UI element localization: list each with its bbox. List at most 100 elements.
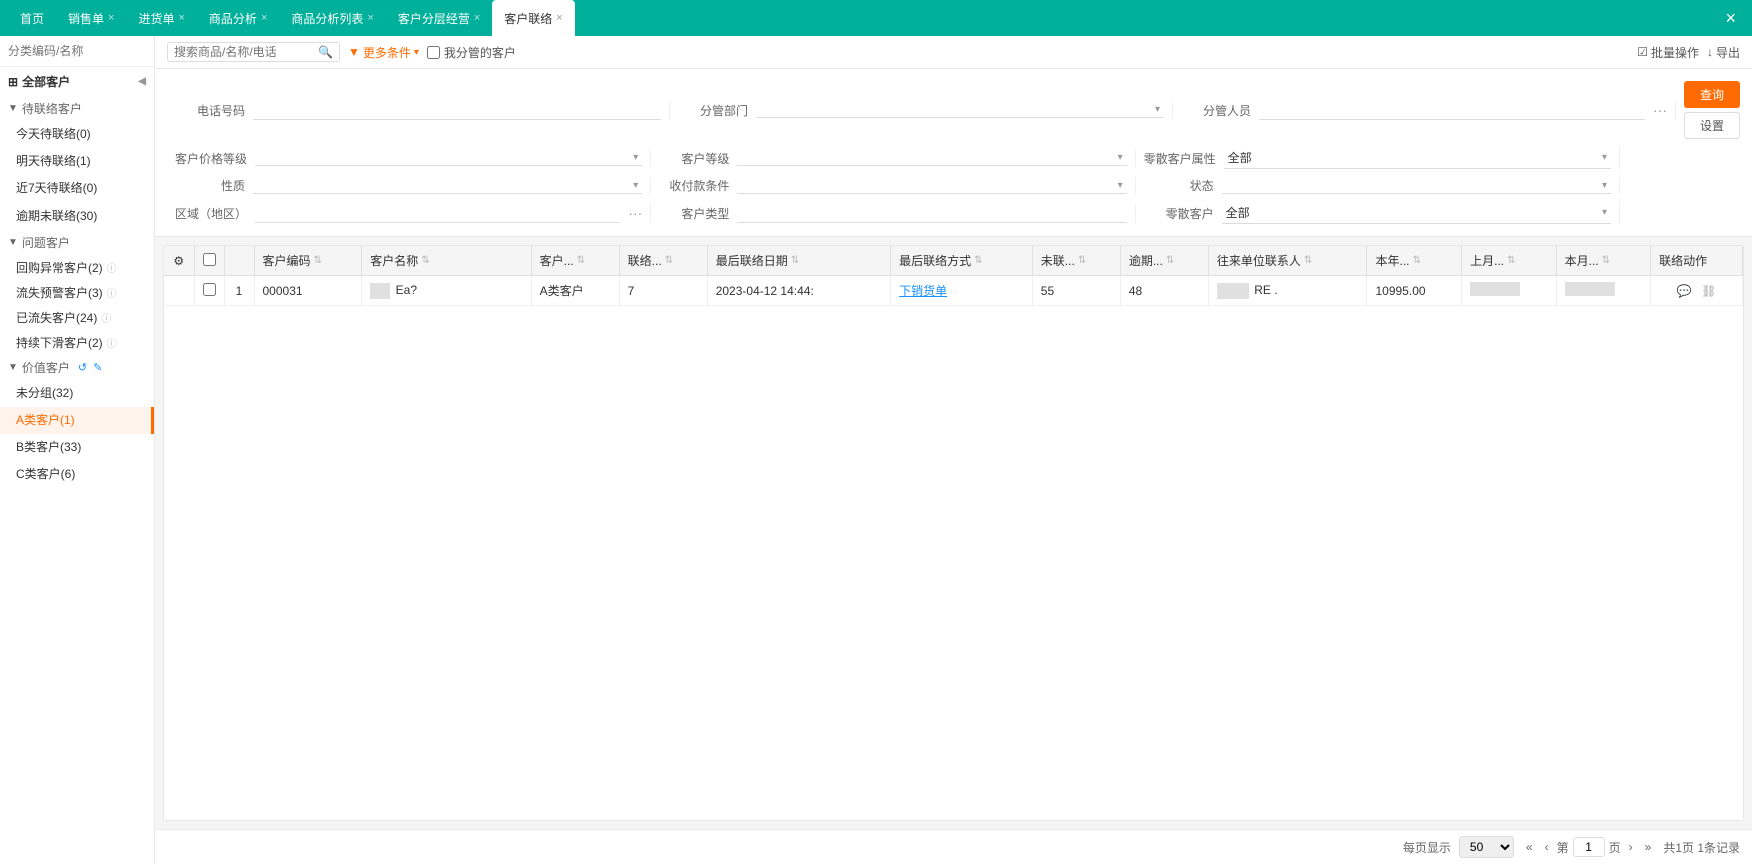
nav-home[interactable]: 首页	[8, 0, 56, 36]
sidebar-collapse-btn[interactable]: ◀	[138, 76, 146, 87]
region-input[interactable]	[255, 204, 620, 223]
sidebar-item-a-class[interactable]: A类客户(1)	[0, 407, 154, 434]
last-method-link[interactable]: 下销货单	[899, 284, 947, 298]
sidebar-item-churn-warning[interactable]: 流失预警客户(3) ⓘ	[0, 280, 154, 305]
export-icon: ↓	[1707, 45, 1713, 59]
scatter-attr-select[interactable]: 全部 ▾	[1224, 147, 1611, 169]
page-input[interactable]	[1573, 837, 1605, 857]
scatter-attr-arrow: ▾	[1602, 152, 1607, 163]
th-checkbox	[194, 246, 224, 276]
customer-type-input[interactable]	[737, 204, 1126, 223]
th-last-month[interactable]: 上月...⇅	[1462, 246, 1557, 276]
th-settings[interactable]: ⚙	[164, 246, 194, 276]
sidebar-item-declining[interactable]: 持续下滑客户(2) ⓘ	[0, 330, 154, 355]
manager-input[interactable]	[1259, 101, 1645, 120]
th-customer-code[interactable]: 客户编码⇅	[254, 246, 362, 276]
sidebar-item-7day-pending[interactable]: 近7天待联络(0)	[0, 175, 154, 202]
more-filter-btn[interactable]: ▼ 更多条件 ▾	[348, 44, 419, 61]
action-link-icon[interactable]: ⛓	[1701, 284, 1716, 298]
nav-product-analysis[interactable]: 商品分析 ×	[197, 0, 279, 36]
query-button[interactable]: 查询	[1684, 81, 1740, 108]
th-last-contact-method[interactable]: 最后联络方式⇅	[891, 246, 1033, 276]
dept-select[interactable]: ▾	[756, 102, 1164, 118]
region-dots[interactable]: ···	[628, 205, 642, 221]
edit-icon[interactable]: ✎	[93, 361, 102, 374]
price-level-select[interactable]: ▾	[255, 150, 642, 166]
status-select[interactable]: ▾	[1222, 178, 1611, 194]
last-page-btn[interactable]: »	[1641, 838, 1656, 856]
nature-select[interactable]: ▾	[253, 178, 642, 194]
th-customer-name[interactable]: 客户名称⇅	[362, 246, 531, 276]
filter-row-3: 性质 ▾ 收付款条件 ▾ 状态	[167, 173, 1740, 198]
nav-product-analysis-list-close[interactable]: ×	[367, 12, 373, 24]
sort-icon-overdue: ⇅	[1166, 255, 1174, 266]
nav-customer-contact-close[interactable]: ×	[556, 12, 562, 24]
sidebar-value-group[interactable]: ▼ 价值客户 ↺ ✎	[0, 355, 154, 380]
row-contact-count-cell: 7	[619, 276, 707, 306]
row-seq-cell: 1	[224, 276, 254, 306]
manager-dots[interactable]: ···	[1653, 102, 1667, 118]
filter-price-level: 客户价格等级 ▾	[167, 150, 651, 167]
sidebar-item-today-pending[interactable]: 今天待联络(0)	[0, 121, 154, 148]
first-page-btn[interactable]: «	[1522, 838, 1537, 856]
th-this-month[interactable]: 本月...⇅	[1556, 246, 1651, 276]
sort-icon-type: ⇅	[577, 255, 585, 266]
th-contact-count[interactable]: 联络...⇅	[619, 246, 707, 276]
next-page-btn[interactable]: ›	[1625, 838, 1637, 856]
th-not-contacted[interactable]: 未联...⇅	[1032, 246, 1120, 276]
select-all-checkbox[interactable]	[203, 253, 216, 266]
nav-sales[interactable]: 销售单 ×	[56, 0, 126, 36]
nav-sales-close[interactable]: ×	[108, 12, 114, 24]
sidebar-item-unclassified[interactable]: 未分组(32)	[0, 380, 154, 407]
sidebar-item-repurchase-abnormal[interactable]: 回购异常客户(2) ⓘ	[0, 255, 154, 280]
page-suffix-label: 页	[1609, 839, 1621, 856]
customer-level-select[interactable]: ▾	[737, 150, 1126, 166]
nav-product-analysis-close[interactable]: ×	[261, 12, 267, 24]
action-chat-icon[interactable]: 💬	[1677, 284, 1692, 298]
sidebar-item-b-class[interactable]: B类客户(33)	[0, 434, 154, 461]
sidebar-item-overdue-pending[interactable]: 逾期未联络(30)	[0, 203, 154, 230]
sidebar-item-c-class[interactable]: C类客户(6)	[0, 461, 154, 488]
search-icon[interactable]: 🔍	[318, 45, 333, 59]
table-header-row: ⚙ 客户编码⇅ 客户名称⇅ 客户...⇅ 联络...⇅	[164, 246, 1743, 276]
export-btn[interactable]: ↓ 导出	[1707, 44, 1740, 61]
filter-row-1: 电话号码 分管部门 ▾ 分管人员 ··· 查询 设置	[167, 77, 1740, 143]
phone-input[interactable]	[253, 101, 661, 120]
sidebar-item-tomorrow-pending[interactable]: 明天待联络(1)	[0, 148, 154, 175]
th-this-year[interactable]: 本年...⇅	[1367, 246, 1462, 276]
nav-purchase[interactable]: 进货单 ×	[126, 0, 196, 36]
nav-customer-segmentation[interactable]: 客户分层经营 ×	[386, 0, 492, 36]
filter-customer-type: 客户类型	[651, 204, 1135, 223]
prev-page-btn[interactable]: ‹	[1541, 838, 1553, 856]
data-table-container: ⚙ 客户编码⇅ 客户名称⇅ 客户...⇅ 联络...⇅	[163, 245, 1744, 821]
my-customers-checkbox[interactable]: 我分管的客户	[427, 44, 516, 61]
page-size-select[interactable]: 50 100 200	[1459, 836, 1514, 858]
sidebar-search-input[interactable]	[8, 44, 155, 58]
sidebar-item-churned[interactable]: 已流失客户(24) ⓘ	[0, 305, 154, 330]
sidebar-problem-group[interactable]: ▼ 问题客户	[0, 230, 154, 255]
nav-customer-contact[interactable]: 客户联络 ×	[492, 0, 574, 36]
th-overdue[interactable]: 逾期...⇅	[1120, 246, 1208, 276]
row-checkbox[interactable]	[203, 283, 216, 296]
sidebar-pending-group[interactable]: ▼ 待联络客户	[0, 96, 154, 121]
sidebar-all-customers[interactable]: ⊞ 全部客户 ◀	[0, 67, 154, 96]
nav-product-analysis-list[interactable]: 商品分析列表 ×	[279, 0, 385, 36]
th-customer-type[interactable]: 客户...⇅	[531, 246, 619, 276]
th-unit-contacts[interactable]: 往来单位联系人⇅	[1208, 246, 1367, 276]
scatter-select[interactable]: 全部 ▾	[1222, 202, 1611, 224]
search-input[interactable]	[174, 45, 314, 59]
close-all-btn[interactable]: ×	[1717, 8, 1744, 29]
setting-button[interactable]: 设置	[1684, 112, 1740, 139]
refresh-icon[interactable]: ↺	[78, 361, 87, 374]
payment-select[interactable]: ▾	[737, 178, 1126, 194]
price-level-arrow: ▾	[633, 152, 638, 163]
th-contact-action: 联络动作	[1651, 246, 1743, 276]
nav-purchase-close[interactable]: ×	[178, 12, 184, 24]
nav-customer-segmentation-close[interactable]: ×	[474, 12, 480, 24]
filter-panel: 电话号码 分管部门 ▾ 分管人员 ··· 查询 设置	[155, 69, 1752, 237]
customer-level-arrow: ▾	[1118, 152, 1123, 163]
batch-operation-btn[interactable]: ☑ 批量操作	[1637, 44, 1699, 61]
my-customers-check[interactable]	[427, 46, 440, 59]
th-last-contact-date[interactable]: 最后联络日期⇅	[707, 246, 890, 276]
this-month-placeholder	[1565, 282, 1615, 296]
